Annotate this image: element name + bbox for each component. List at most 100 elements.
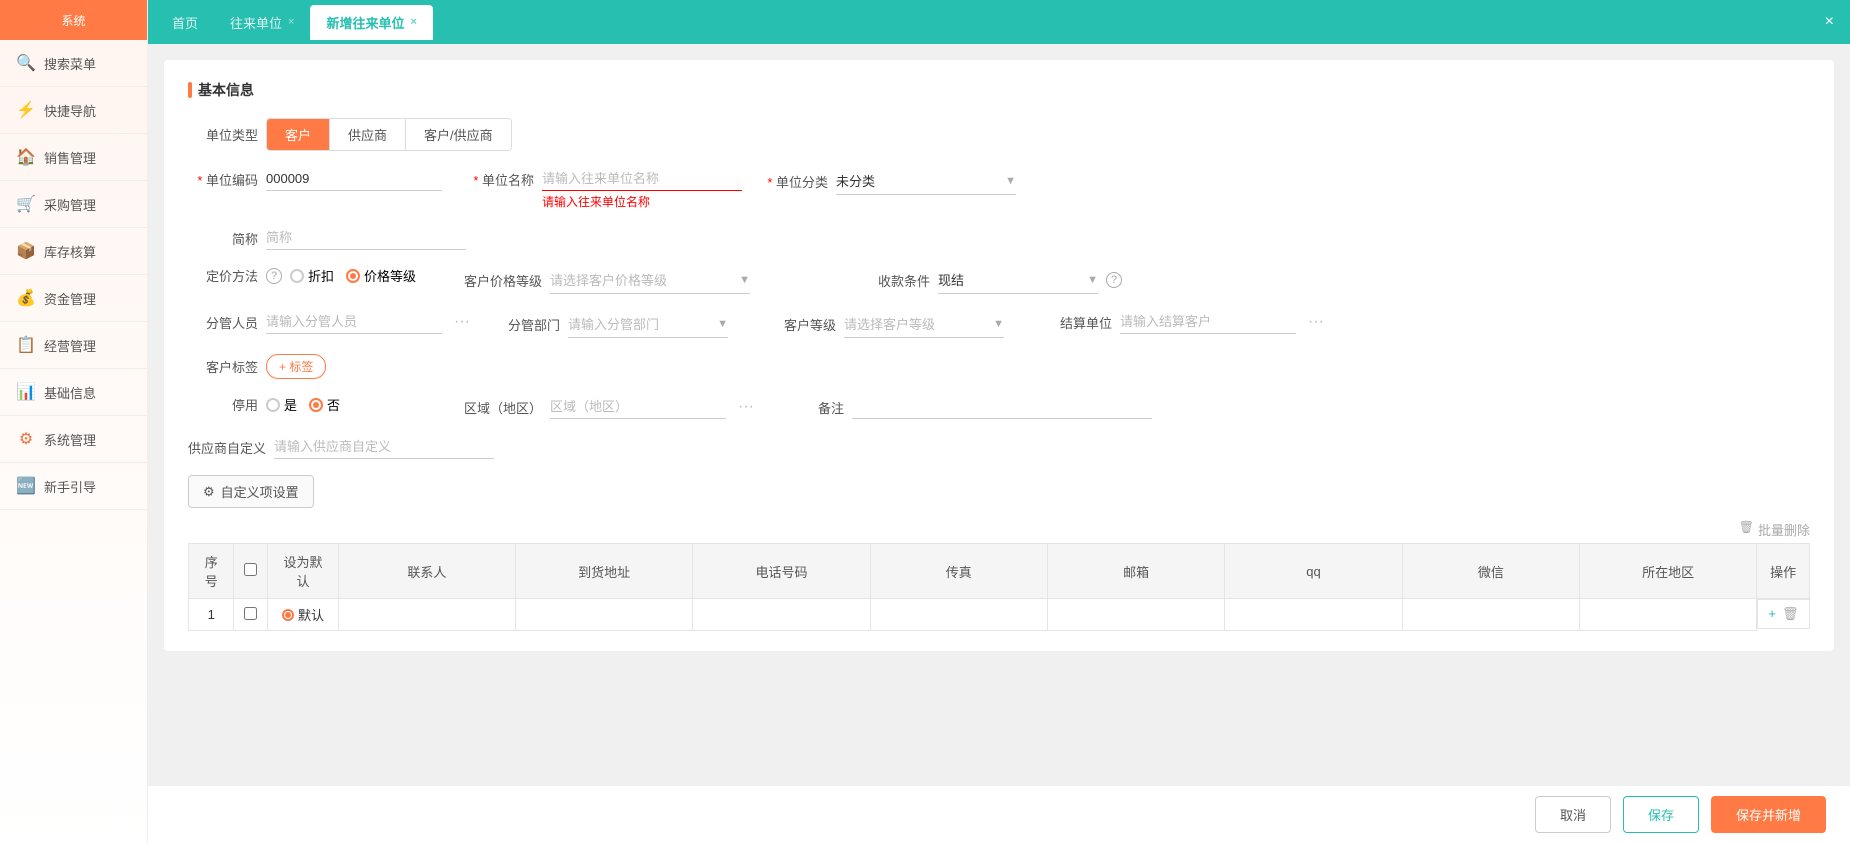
unit-type-customer-btn[interactable]: 客户 [267, 119, 330, 150]
disabled-radio-group: 是 否 [266, 395, 340, 414]
newguide-icon: 🆕 [16, 476, 36, 496]
del-row-button[interactable]: 🗑 [1782, 606, 1799, 622]
manager-input[interactable] [266, 310, 442, 334]
tab-new-contact-close[interactable]: × [410, 16, 416, 28]
batch-delete-label[interactable]: 批量删除 [1758, 520, 1810, 539]
unit-type-both-btn[interactable]: 客户/供应商 [406, 119, 511, 150]
tab-contacts-close[interactable]: × [288, 16, 294, 28]
discount-radio[interactable] [290, 269, 304, 283]
operations-icon: 📋 [16, 335, 36, 355]
unit-type-group: 客户 供应商 客户/供应商 [266, 118, 512, 151]
cell-contact[interactable] [338, 599, 515, 631]
cell-checkbox[interactable] [234, 599, 268, 631]
sidebar-item-label: 销售管理 [44, 148, 96, 167]
customer-price-select[interactable]: 请选择客户价格等级 ▼ [550, 266, 750, 294]
unit-code-input[interactable] [266, 167, 442, 191]
select-all-checkbox[interactable] [244, 563, 257, 576]
abbreviation-input[interactable] [266, 226, 466, 250]
sidebar-item-purchase[interactable]: 🛒 采购管理 [0, 181, 147, 228]
sidebar-item-basic[interactable]: 📊 基础信息 [0, 369, 147, 416]
add-row-button[interactable]: + [1768, 606, 1776, 622]
settlement-more-btn[interactable]: ··· [1304, 311, 1328, 333]
unit-category-field: 单位分类 未分类 ▼ [758, 167, 1018, 195]
cell-fax[interactable] [870, 599, 1047, 631]
disabled-yes-option[interactable]: 是 [266, 395, 297, 414]
default-label: 默认 [298, 605, 324, 624]
sidebar-item-quicknav[interactable]: ⚡ 快捷导航 [0, 87, 147, 134]
tab-new-contact[interactable]: 新增往来单位 × [310, 5, 432, 40]
quicknav-icon: ⚡ [16, 100, 36, 120]
cell-email[interactable] [1047, 599, 1224, 631]
unit-category-select[interactable]: 未分类 ▼ [836, 167, 1016, 195]
default-radio[interactable] [282, 609, 294, 621]
manager-more-btn[interactable]: ··· [450, 311, 474, 333]
customer-level-placeholder: 请选择客户等级 [844, 314, 935, 333]
pricing-discount-option[interactable]: 折扣 [290, 266, 334, 285]
contacts-table: 序号 设为默认 联系人 到货地址 电话号码 传真 邮箱 qq 微信 所在地区 操… [188, 543, 1810, 631]
customer-level-select[interactable]: 请选择客户等级 ▼ [844, 310, 1004, 338]
cell-region[interactable] [1580, 599, 1757, 631]
disabled-no-option[interactable]: 否 [309, 395, 340, 414]
address-input[interactable] [526, 607, 682, 622]
unit-type-label: 单位类型 [188, 125, 258, 144]
unit-name-input[interactable] [542, 167, 742, 191]
remark-label: 备注 [774, 398, 844, 417]
add-tag-button[interactable]: + 标签 [266, 354, 326, 379]
tab-home[interactable]: 首页 [156, 5, 214, 40]
department-select[interactable]: 请输入分管部门 ▼ [568, 310, 728, 338]
custom-settings-button[interactable]: ⚙ 自定义项设置 [188, 475, 314, 508]
main-area: 首页 往来单位 × 新增往来单位 × × 基本信息 单位类型 客户 供应商 [148, 0, 1850, 843]
region-row-input[interactable] [1590, 607, 1746, 622]
weixin-input[interactable] [1413, 607, 1569, 622]
yes-radio[interactable] [266, 398, 280, 412]
footer: 取消 保存 保存并新增 [148, 785, 1850, 843]
pricing-level-option[interactable]: 价格等级 [346, 266, 416, 285]
sidebar-item-system[interactable]: ⚙ 系统管理 [0, 416, 147, 463]
disabled-row: 停用 是 否 区域（地区） ··· [188, 395, 1810, 419]
cell-phone[interactable] [693, 599, 870, 631]
supplier-custom-input[interactable] [274, 435, 494, 459]
sidebar-item-finance[interactable]: 💰 资金管理 [0, 275, 147, 322]
settlement-unit-input[interactable] [1120, 310, 1296, 334]
window-close-button[interactable]: × [1817, 13, 1842, 31]
sidebar-item-sales[interactable]: 🏠 销售管理 [0, 134, 147, 181]
sidebar-item-inventory[interactable]: 📦 库存核算 [0, 228, 147, 275]
no-radio[interactable] [309, 398, 323, 412]
department-field: 分管部门 请输入分管部门 ▼ [490, 310, 750, 338]
cell-qq[interactable] [1225, 599, 1402, 631]
fax-input[interactable] [881, 607, 1037, 622]
unit-type-supplier-btn[interactable]: 供应商 [330, 119, 406, 150]
region-more-btn[interactable]: ··· [734, 396, 758, 418]
pricing-help-icon[interactable]: ? [266, 268, 282, 284]
remark-input[interactable] [852, 395, 1152, 419]
email-input[interactable] [1058, 607, 1214, 622]
qq-input[interactable] [1235, 607, 1391, 622]
batch-delete-area: 🗑 批量删除 [188, 520, 1810, 539]
cell-address[interactable] [515, 599, 692, 631]
cell-default[interactable]: 默认 [268, 599, 338, 631]
payment-terms-help-icon[interactable]: ? [1106, 272, 1122, 288]
row-checkbox[interactable] [244, 607, 257, 620]
region-input[interactable] [550, 395, 726, 419]
col-weixin: 微信 [1402, 544, 1579, 599]
sidebar-item-search[interactable]: 🔍 搜索菜单 [0, 40, 147, 87]
manager-field: 分管人员 ··· [188, 310, 474, 334]
payment-terms-select[interactable]: 现结 ▼ [938, 266, 1098, 294]
tab-home-label: 首页 [172, 13, 198, 32]
tab-contacts[interactable]: 往来单位 × [214, 5, 310, 40]
save-button[interactable]: 保存 [1623, 796, 1699, 833]
customer-tag-row: 客户标签 + 标签 [188, 354, 1810, 379]
save-new-button[interactable]: 保存并新增 [1711, 796, 1826, 833]
sidebar-item-operations[interactable]: 📋 经营管理 [0, 322, 147, 369]
supplier-custom-row: 供应商自定义 [188, 435, 1810, 459]
cell-weixin[interactable] [1402, 599, 1579, 631]
system-icon: ⚙ [16, 429, 36, 449]
settlement-unit-label: 结算单位 [1042, 313, 1112, 332]
col-checkbox[interactable] [234, 544, 268, 599]
contact-input[interactable] [349, 607, 505, 622]
sidebar-item-newguide[interactable]: 🆕 新手引导 [0, 463, 147, 510]
level-radio[interactable] [346, 269, 360, 283]
section-title: 基本信息 [188, 80, 1810, 100]
phone-input[interactable] [703, 607, 859, 622]
cancel-button[interactable]: 取消 [1535, 796, 1611, 833]
